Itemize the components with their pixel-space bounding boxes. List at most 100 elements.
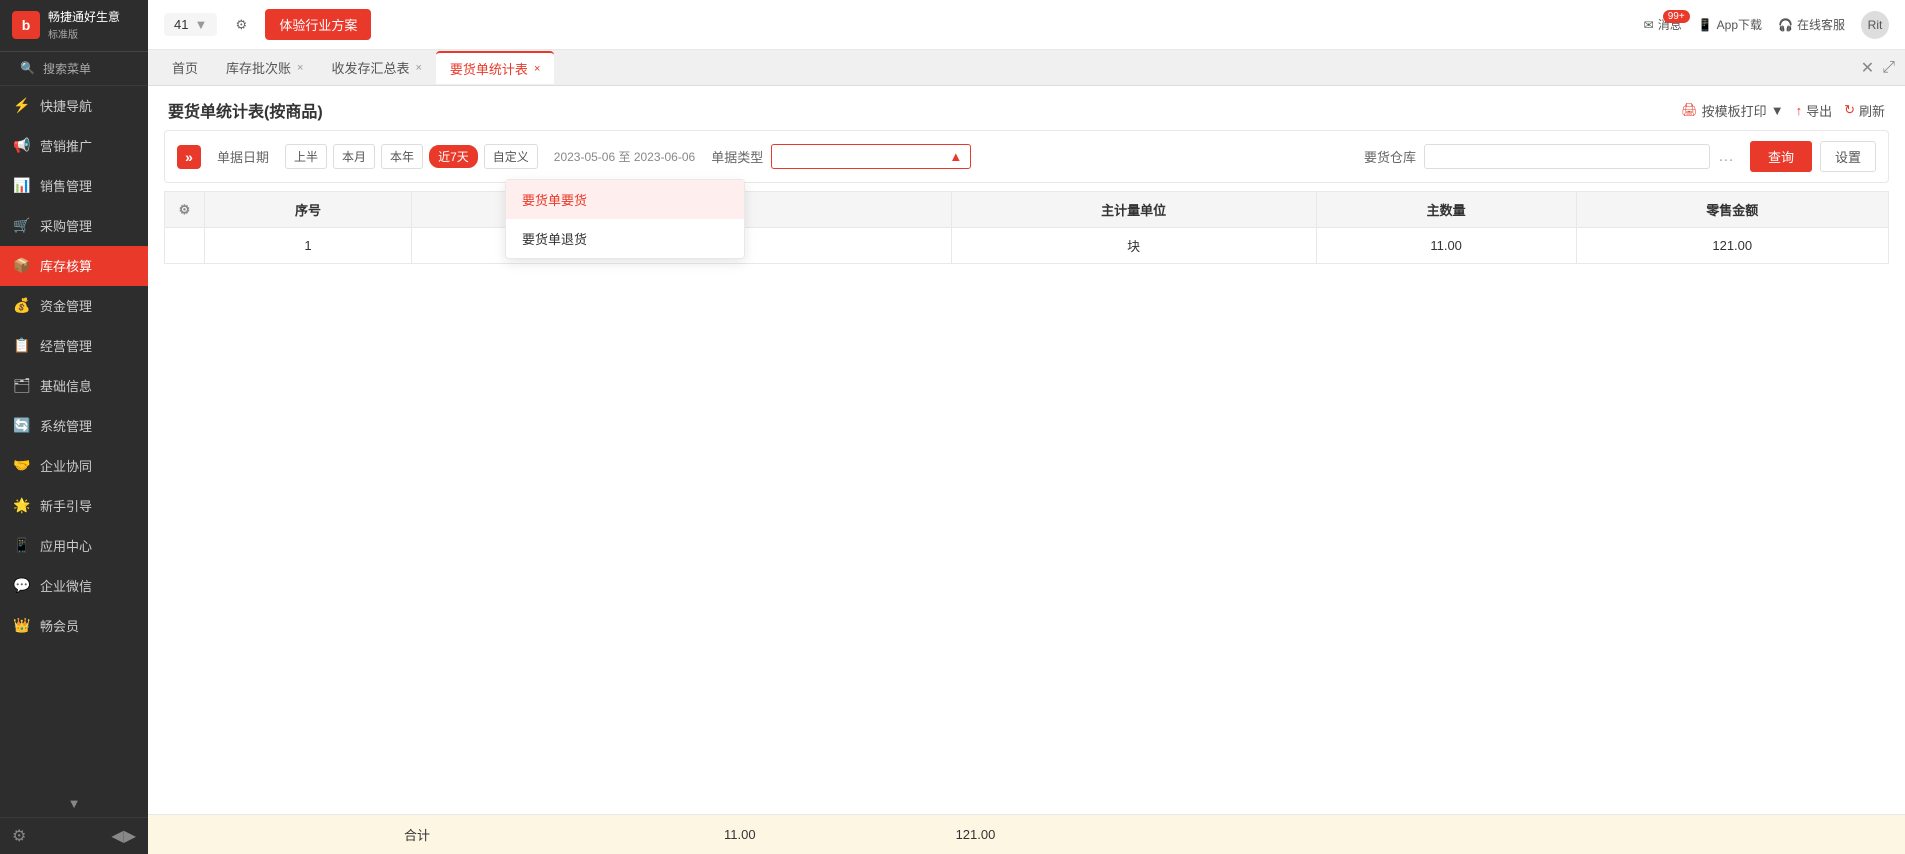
user-profile[interactable]: Rit — [1861, 11, 1889, 39]
sidebar-item-quick-nav[interactable]: ⚡ 快捷导航 — [0, 86, 148, 126]
table-header-row: ⚙ 序号 商品 主计量单位 主数量 零售金额 — [165, 192, 1889, 228]
filter-settings-button[interactable]: 设置 — [1820, 141, 1876, 172]
logo-icon: b — [12, 11, 40, 39]
shop-selector[interactable]: 41 ▼ — [164, 13, 217, 36]
app-download-label: App下载 — [1717, 16, 1762, 33]
export-icon: ↑ — [1796, 103, 1803, 118]
refresh-label: 刷新 — [1859, 101, 1885, 120]
messages-button[interactable]: ✉ 消息 99+ — [1644, 16, 1682, 33]
table-row: 1 块 11.00 121.00 — [165, 228, 1889, 264]
date-this-month[interactable]: 本月 — [333, 144, 375, 169]
sidebar-item-finance[interactable]: 💰 资金管理 — [0, 286, 148, 326]
date-custom[interactable]: 自定义 — [484, 144, 538, 169]
query-button[interactable]: 查询 — [1750, 141, 1812, 172]
filter-expand-button[interactable]: » — [177, 145, 201, 169]
row-quantity-cell: 11.00 — [1316, 228, 1576, 264]
warehouse-more-icon[interactable]: … — [1718, 148, 1734, 166]
nav-label: 基础信息 — [40, 376, 92, 395]
operations-icon: 📋 — [12, 336, 32, 356]
tab-batch-account-close[interactable]: × — [297, 62, 303, 74]
sidebar-item-system[interactable]: 🔄 系统管理 — [0, 406, 148, 446]
nav-label: 采购管理 — [40, 216, 92, 235]
refresh-button[interactable]: ↻ 刷新 — [1844, 101, 1885, 120]
tab-receivable-summary-label: 收发存汇总表 — [331, 58, 409, 77]
sales-icon: 📊 — [12, 176, 32, 196]
col-quantity: 主数量 — [1316, 192, 1576, 228]
wechat-icon: 💬 — [12, 576, 32, 596]
sidebar-item-guide[interactable]: 🌟 新手引导 — [0, 486, 148, 526]
date-this-year[interactable]: 本年 — [381, 144, 423, 169]
tab-receivable-summary-close[interactable]: × — [415, 62, 421, 74]
apps-icon: 📱 — [12, 536, 32, 556]
date-last-half[interactable]: 上半 — [285, 144, 327, 169]
row-amount-cell: 121.00 — [1576, 228, 1889, 264]
sidebar-footer: ⚙ ◀▶ — [0, 817, 148, 854]
tab-home[interactable]: 首页 — [158, 52, 212, 83]
warehouse-input[interactable] — [1424, 144, 1710, 169]
tab-order-stats[interactable]: 要货单统计表 × — [436, 51, 554, 84]
sidebar-item-inventory[interactable]: 📦 库存核算 — [0, 246, 148, 286]
member-icon: 👑 — [12, 616, 32, 636]
app-logo: b 畅捷通好生意 标准版 — [0, 0, 148, 52]
refresh-icon: ↻ — [1844, 102, 1855, 118]
nav-label: 库存核算 — [40, 256, 92, 275]
type-filter-input[interactable]: ▲ — [771, 144, 971, 169]
online-service-button[interactable]: 🎧 在线客服 — [1778, 16, 1845, 33]
row-index-cell: 1 — [205, 228, 412, 264]
logo-sub: 标准版 — [48, 26, 120, 41]
sidebar-item-member[interactable]: 👑 畅会员 — [0, 606, 148, 646]
column-settings-icon[interactable]: ⚙ — [177, 202, 192, 218]
dropdown-option-order-purchase[interactable]: 要货单要货 — [506, 180, 744, 219]
sidebar-search[interactable]: 🔍 搜索菜单 — [0, 52, 148, 86]
sidebar-item-wechat[interactable]: 💬 企业微信 — [0, 566, 148, 606]
sidebar-item-purchase[interactable]: 🛒 采购管理 — [0, 206, 148, 246]
col-amount: 零售金额 — [1576, 192, 1889, 228]
tab-order-stats-close[interactable]: × — [534, 63, 540, 75]
sidebar-item-basic[interactable]: 🗂 基础信息 — [0, 366, 148, 406]
page-title: 要货单统计表(按商品) — [168, 98, 323, 122]
sidebar-item-apps[interactable]: 📱 应用中心 — [0, 526, 148, 566]
close-all-icon[interactable]: ✕ — [1861, 58, 1874, 78]
nav-label: 销售管理 — [40, 176, 92, 195]
row-unit-cell: 块 — [951, 228, 1316, 264]
export-button[interactable]: ↑ 导出 — [1796, 101, 1833, 120]
sidebar-scroll-down[interactable]: ▼ — [0, 790, 148, 817]
sidebar-item-sales[interactable]: 📊 销售管理 — [0, 166, 148, 206]
trial-button[interactable]: 体验行业方案 — [265, 9, 371, 40]
app-download-button[interactable]: 📱 App下载 — [1698, 16, 1762, 33]
topbar-settings-icon[interactable]: ⚙ — [227, 11, 255, 39]
print-arrow: ▼ — [1771, 103, 1784, 118]
sidebar-item-marketing[interactable]: 📢 营销推广 — [0, 126, 148, 166]
nav-label: 资金管理 — [40, 296, 92, 315]
col-settings[interactable]: ⚙ — [165, 192, 205, 228]
sidebar-item-enterprise[interactable]: 🤝 企业协同 — [0, 446, 148, 486]
dropdown-option-order-return[interactable]: 要货单退货 — [506, 219, 744, 258]
maximize-icon[interactable]: ⤢ — [1882, 59, 1895, 77]
tabbar: 首页 库存批次账 × 收发存汇总表 × 要货单统计表 × ✕ ⤢ — [148, 50, 1905, 86]
date-last-7-days[interactable]: 近7天 — [429, 145, 478, 168]
footer-values: 11.00 121.00 — [724, 827, 995, 842]
sidebar-item-operations[interactable]: 📋 经营管理 — [0, 326, 148, 366]
topbar-left: 41 ▼ ⚙ 体验行业方案 — [164, 9, 1644, 40]
page-header: 要货单统计表(按商品) 🖨 按模板打印 ▼ ↑ 导出 ↻ 刷新 — [148, 86, 1905, 130]
settings-icon[interactable]: ⚙ — [12, 826, 26, 846]
tab-receivable-summary[interactable]: 收发存汇总表 × — [317, 52, 435, 83]
topbar-right: ✉ 消息 99+ 📱 App下载 🎧 在线客服 Rit — [1644, 11, 1889, 39]
data-table: ⚙ 序号 商品 主计量单位 主数量 零售金额 1 — [164, 191, 1889, 264]
inventory-icon: 📦 — [12, 256, 32, 276]
print-template-button[interactable]: 🖨 按模板打印 ▼ — [1681, 101, 1783, 120]
collapse-icon[interactable]: ◀▶ — [111, 826, 136, 846]
date-buttons: 上半 本月 本年 近7天 自定义 — [285, 144, 538, 169]
app-download-icon: 📱 — [1698, 18, 1713, 32]
message-icon: ✉ — [1644, 18, 1654, 32]
type-dropdown: 要货单要货 要货单退货 — [505, 179, 745, 259]
tab-batch-account[interactable]: 库存批次账 × — [212, 52, 317, 83]
type-input-arrow: ▲ — [949, 149, 962, 164]
system-icon: 🔄 — [12, 416, 32, 436]
search-icon: 🔍 — [20, 61, 35, 75]
filter-type-section: 单据类型 ▲ — [711, 144, 1348, 169]
purchase-icon: 🛒 — [12, 216, 32, 236]
nav-label: 经营管理 — [40, 336, 92, 355]
nav-label: 营销推广 — [40, 136, 92, 155]
nav-label: 畅会员 — [40, 616, 79, 635]
